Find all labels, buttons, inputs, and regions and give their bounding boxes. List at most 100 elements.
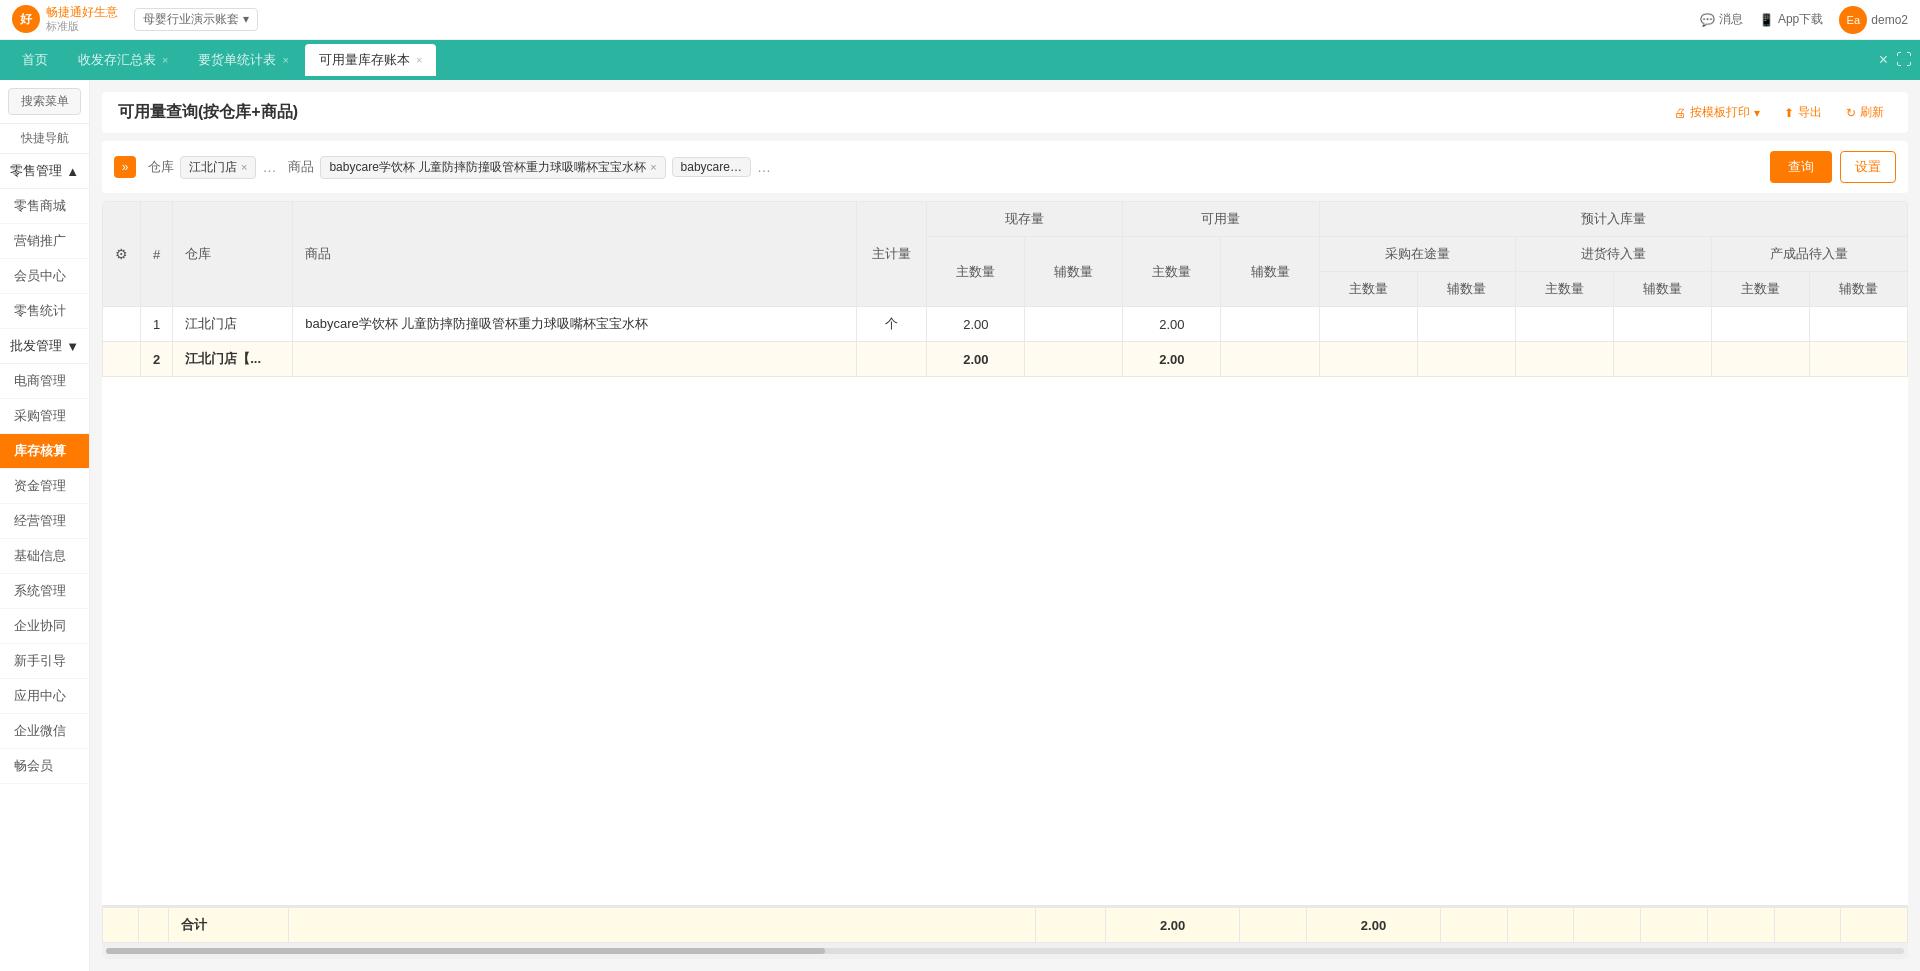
warehouse-filter-more[interactable]: … (262, 159, 276, 175)
th-product: 商品 (293, 202, 857, 307)
th-purchase-group: 采购在途量 (1319, 237, 1515, 272)
sidebar-item-retail-stats[interactable]: 零售统计 (0, 294, 89, 329)
sidebar-item-finance[interactable]: 资金管理 (0, 469, 89, 504)
th-index: # (141, 202, 173, 307)
product-filter-more[interactable]: … (757, 159, 771, 175)
industry-selector[interactable]: 母婴行业演示账套 ▾ (134, 8, 258, 31)
page-content: 可用量查询(按仓库+商品) 🖨 按模板打印 ▾ ⬆ 导出 ↻ 刷新 (90, 80, 1920, 971)
sidebar-item-newbie[interactable]: 新手引导 (0, 644, 89, 679)
product-filter-label: 商品 (288, 158, 314, 176)
nav-tabs-actions: × ⛶ (1879, 51, 1912, 69)
row2-purchase-main (1319, 342, 1417, 377)
sidebar-item-enterprise[interactable]: 企业协同 (0, 609, 89, 644)
sidebar-item-wechat[interactable]: 企业微信 (0, 714, 89, 749)
th-gear[interactable]: ⚙ (103, 202, 141, 307)
th-arrivals-group: 进货待入量 (1515, 237, 1711, 272)
app-download-button[interactable]: 📱 App下载 (1759, 11, 1823, 28)
close-all-tabs-button[interactable]: × (1879, 51, 1888, 69)
row2-warehouse: 江北门店【... (173, 342, 293, 377)
product-filter-tag[interactable]: babycare学饮杯 儿童防摔防撞吸管杯重力球吸嘴杯宝宝水杯 × (320, 156, 665, 179)
th-available-group: 可用量 (1123, 202, 1319, 237)
chevron-down-icon: ▼ (66, 339, 79, 354)
warehouse-filter-tag[interactable]: 江北门店 × (180, 156, 256, 179)
sidebar-item-purchase[interactable]: 采购管理 (0, 399, 89, 434)
product-filter-tag2[interactable]: babycare… (672, 157, 751, 177)
expand-tabs-button[interactable]: ⛶ (1896, 51, 1912, 69)
top-bar-left: 好 畅捷通好生意 标准版 母婴行业演示账套 ▾ (12, 5, 258, 34)
footer-avail-main: 2.00 (1306, 908, 1440, 943)
th-avail-main: 主数量 (1123, 237, 1221, 307)
footer-gear (103, 908, 139, 943)
row2-product (293, 342, 857, 377)
tab-home[interactable]: 首页 (8, 44, 62, 76)
tab-receipts-label: 收发存汇总表 (78, 51, 156, 69)
sidebar-section-retail-header[interactable]: 零售管理 ▲ (0, 154, 89, 189)
sidebar-item-apps[interactable]: 应用中心 (0, 679, 89, 714)
th-warehouse: 仓库 (173, 202, 293, 307)
scrollbar-thumb[interactable] (106, 948, 825, 954)
sidebar-item-system[interactable]: 系统管理 (0, 574, 89, 609)
tab-receipts[interactable]: 收发存汇总表 × (64, 44, 182, 76)
th-production-group: 产成品待入量 (1711, 237, 1907, 272)
message-button[interactable]: 💬 消息 (1700, 11, 1743, 28)
horizontal-scrollbar[interactable] (102, 943, 1908, 959)
th-current-main: 主数量 (927, 237, 1025, 307)
content-area: 可用量查询(按仓库+商品) 🖨 按模板打印 ▾ ⬆ 导出 ↻ 刷新 (90, 80, 1920, 971)
logo-icon: 好 (12, 5, 40, 33)
row1-arrivals-main (1515, 307, 1613, 342)
product-filter-remove[interactable]: × (650, 161, 656, 173)
filter-expand-button[interactable]: » (114, 156, 136, 178)
tab-orders-close[interactable]: × (282, 54, 288, 66)
warehouse-filter-remove[interactable]: × (241, 161, 247, 173)
sidebar-item-operations[interactable]: 经营管理 (0, 504, 89, 539)
row1-unit: 个 (857, 307, 927, 342)
sidebar-item-inventory[interactable]: 库存核算 (0, 434, 89, 469)
export-icon: ⬆ (1784, 106, 1794, 120)
th-main-unit: 主计量 (857, 202, 927, 307)
tab-orders[interactable]: 要货单统计表 × (184, 44, 302, 76)
export-button[interactable]: ⬆ 导出 (1776, 100, 1830, 125)
chevron-up-icon: ▲ (66, 164, 79, 179)
industry-selector-label: 母婴行业演示账套 (143, 11, 239, 28)
tab-inventory[interactable]: 可用量库存账本 × (305, 44, 436, 76)
footer-current-main: 2.00 (1105, 908, 1239, 943)
row2-index: 2 (141, 342, 173, 377)
table-row-subtotal: 2 江北门店【... 2.00 2.00 (103, 342, 1908, 377)
print-button[interactable]: 🖨 按模板打印 ▾ (1666, 100, 1768, 125)
refresh-button[interactable]: ↻ 刷新 (1838, 100, 1892, 125)
sidebar-section-retail-label: 零售管理 (10, 162, 62, 180)
sidebar-item-basics[interactable]: 基础信息 (0, 539, 89, 574)
warehouse-filter-value: 江北门店 (189, 159, 237, 176)
page-header: 可用量查询(按仓库+商品) 🖨 按模板打印 ▾ ⬆ 导出 ↻ 刷新 (102, 92, 1908, 133)
th-current-stock-group: 现存量 (927, 202, 1123, 237)
sidebar-item-vip[interactable]: 畅会员 (0, 749, 89, 784)
row2-unit (857, 342, 927, 377)
search-menu-button[interactable]: 搜索菜单 (8, 88, 81, 115)
query-button[interactable]: 查询 (1770, 151, 1832, 183)
user-profile[interactable]: Ea demo2 (1839, 6, 1908, 34)
settings-button[interactable]: 设置 (1840, 151, 1896, 183)
sidebar-item-members[interactable]: 会员中心 (0, 259, 89, 294)
th-purchase-aux: 辅数量 (1417, 272, 1515, 307)
footer-production-aux (1841, 908, 1908, 943)
footer-product (289, 908, 1036, 943)
filter-actions: 查询 设置 (1770, 151, 1896, 183)
sidebar-section-wholesale-header[interactable]: 批发管理 ▼ (0, 329, 89, 364)
tab-receipts-close[interactable]: × (162, 54, 168, 66)
footer-row: 合计 2.00 2.00 (103, 908, 1908, 943)
print-label: 按模板打印 (1690, 104, 1750, 121)
chevron-down-icon: ▾ (243, 12, 249, 26)
th-incoming-group: 预计入库量 (1319, 202, 1907, 237)
tab-inventory-close[interactable]: × (416, 54, 422, 66)
footer-purchase-main (1507, 908, 1574, 943)
th-arrivals-main: 主数量 (1515, 272, 1613, 307)
sidebar-item-marketing[interactable]: 营销推广 (0, 224, 89, 259)
row1-purchase-main (1319, 307, 1417, 342)
sidebar-item-ecommerce[interactable]: 电商管理 (0, 364, 89, 399)
footer-arrivals-main (1641, 908, 1708, 943)
sidebar: 搜索菜单 快捷导航 零售管理 ▲ 零售商城 营销推广 会员中心 零售统计 批发管… (0, 80, 90, 971)
sidebar-item-retail-mall[interactable]: 零售商城 (0, 189, 89, 224)
page-actions: 🖨 按模板打印 ▾ ⬆ 导出 ↻ 刷新 (1666, 100, 1892, 125)
quick-nav-button[interactable]: 快捷导航 (0, 124, 89, 154)
row1-index: 1 (141, 307, 173, 342)
